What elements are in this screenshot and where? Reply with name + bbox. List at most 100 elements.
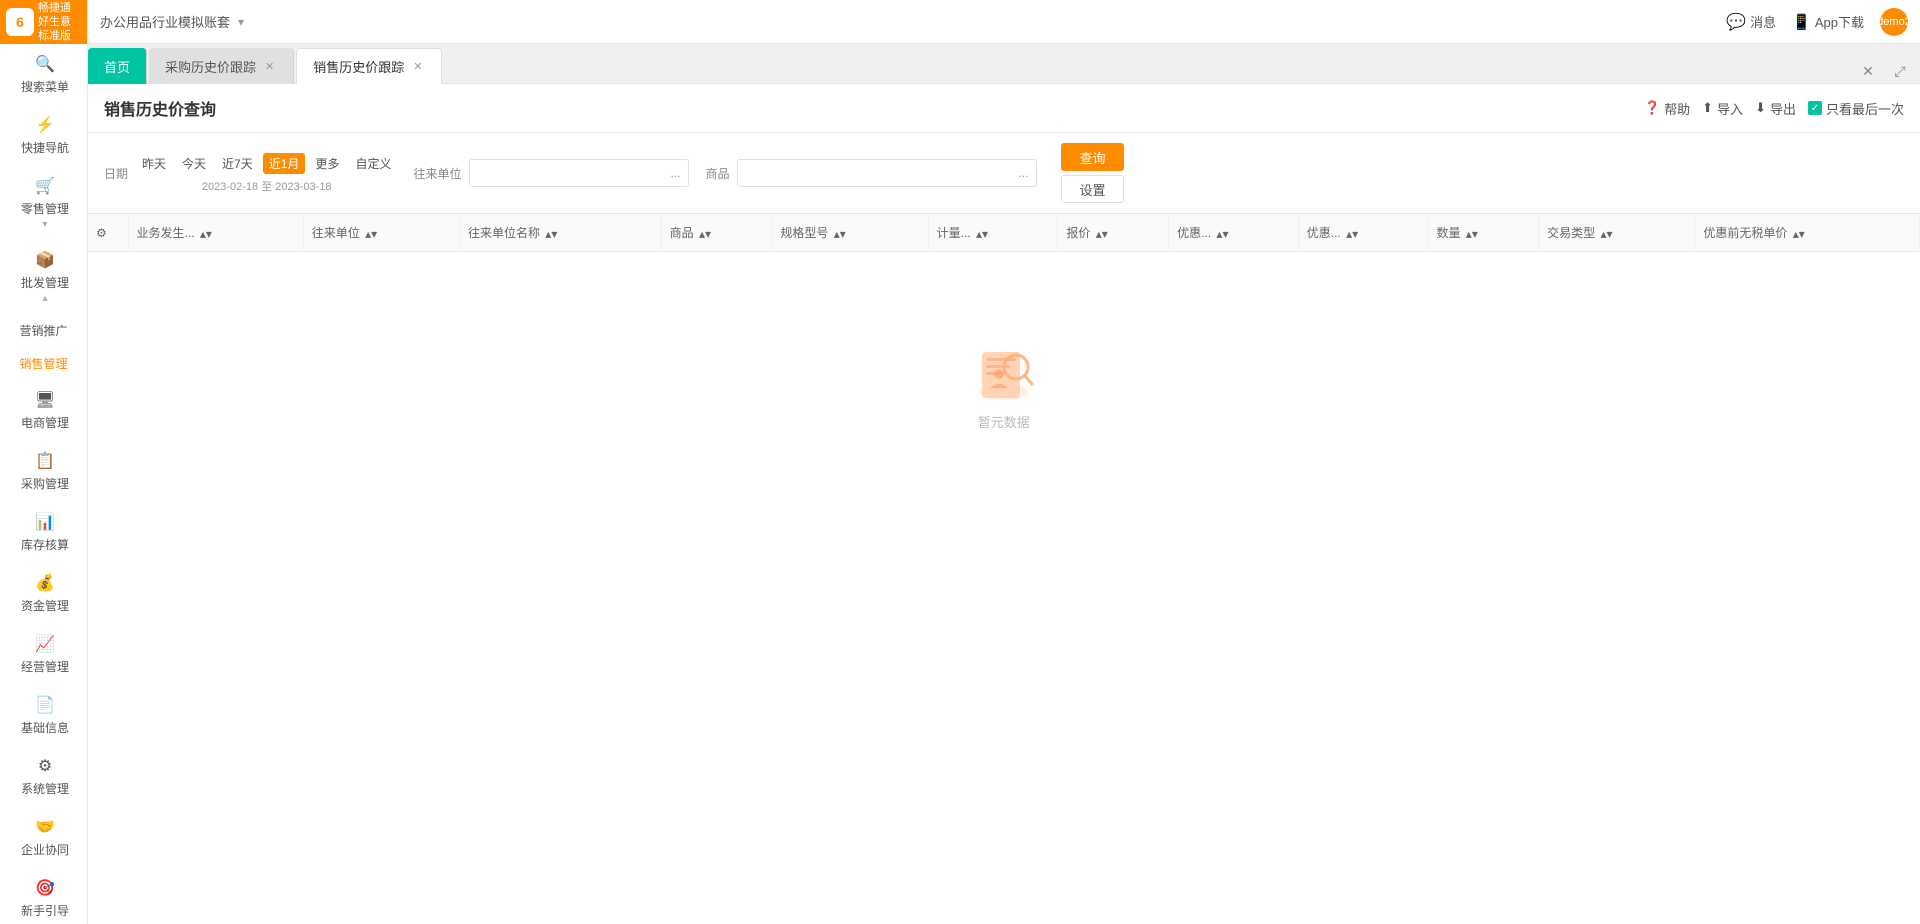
tab-expand-btn[interactable]: ⤢ xyxy=(1888,59,1912,83)
sort-product[interactable]: ▴▾ xyxy=(699,227,711,241)
th-discount1: 优惠... ▴▾ xyxy=(1169,214,1299,252)
date-row: 昨天 今天 近7天 近1月 更多 自定义 xyxy=(136,153,397,174)
logo-text: 畅捷通好生意 标准版 xyxy=(38,1,81,44)
top-title: 办公用品行业模拟账套 xyxy=(100,12,230,31)
sidebar-item-quick-nav[interactable]: ⚡ 快捷导航 xyxy=(0,105,87,166)
only-last-checkbox[interactable]: ✓ xyxy=(1808,101,1822,115)
content-area: 销售历史价查询 ❓ 帮助 ⬆ 导入 ⬇ 导出 ✓ 只看最后一次 xyxy=(88,84,1920,924)
empty-illustration xyxy=(964,332,1044,412)
sidebar: 6 畅捷通好生意 标准版 🔍 搜索菜单 ⚡ 快捷导航 🛒 零售管理 ▾ 📦 批发… xyxy=(0,0,88,924)
sort-unit[interactable]: ▴▾ xyxy=(976,227,988,241)
help-icon: ❓ xyxy=(1644,100,1660,116)
wholesale-submenu: 营销推广 销售管理 xyxy=(0,314,87,380)
sidebar-item-purchase[interactable]: 📋 采购管理 xyxy=(0,441,87,502)
system-icon: ⚙ xyxy=(38,756,52,776)
sidebar-item-enterprise[interactable]: 🤝 企业协同 xyxy=(0,807,87,868)
export-btn[interactable]: ⬇ 导出 xyxy=(1755,99,1796,118)
date-btn-custom[interactable]: 自定义 xyxy=(349,153,397,174)
sidebar-item-operations[interactable]: 📈 经营管理 xyxy=(0,624,87,685)
filter-bar: 日期 昨天 今天 近7天 近1月 更多 自定义 2023-02-18 至 202… xyxy=(88,133,1920,214)
sort-quantity[interactable]: ▴▾ xyxy=(1466,227,1478,241)
quick-nav-icon: ⚡ xyxy=(35,115,55,135)
page-header: 销售历史价查询 ❓ 帮助 ⬆ 导入 ⬇ 导出 ✓ 只看最后一次 xyxy=(88,84,1920,133)
enterprise-icon: 🤝 xyxy=(35,817,55,837)
sort-spec[interactable]: ▴▾ xyxy=(834,227,846,241)
user-avatar[interactable]: demo2 xyxy=(1880,8,1908,36)
sidebar-item-inventory[interactable]: 📊 库存核算 xyxy=(0,502,87,563)
only-last-checkbox-label[interactable]: ✓ 只看最后一次 xyxy=(1808,99,1904,118)
main-area: 办公用品行业模拟账套 ▾ 💬 消息 📱 App下载 demo2 首页 采购历史价… xyxy=(88,0,1920,924)
date-btn-1month[interactable]: 近1月 xyxy=(263,153,306,174)
filter-action-group: 查询 设置 xyxy=(1061,143,1123,203)
sort-quote[interactable]: ▴▾ xyxy=(1096,227,1108,241)
page-header-actions: ❓ 帮助 ⬆ 导入 ⬇ 导出 ✓ 只看最后一次 xyxy=(1644,99,1904,130)
partner-input[interactable]: ... xyxy=(469,159,689,187)
sort-partner-name[interactable]: ▴▾ xyxy=(545,227,557,241)
gear-icon[interactable]: ⚙ xyxy=(96,226,107,240)
th-discount2: 优惠... ▴▾ xyxy=(1298,214,1428,252)
tab-sales-history[interactable]: 销售历史价跟踪 ✕ xyxy=(296,48,442,84)
sort-discount2[interactable]: ▴▾ xyxy=(1346,227,1358,241)
partner-label: 往来单位 xyxy=(413,165,461,182)
date-btn-7days[interactable]: 近7天 xyxy=(216,153,259,174)
sort-biz-date[interactable]: ▴▾ xyxy=(200,227,212,241)
th-biz-date: 业务发生... ▴▾ xyxy=(128,214,303,252)
sidebar-item-guide[interactable]: 🎯 新手引导 xyxy=(0,868,87,924)
tab-purchase-history[interactable]: 采购历史价跟踪 ✕ xyxy=(149,48,294,84)
table-container: ⚙ 业务发生... ▴▾ 往来单位 ▴▾ 往来单位名称 ▴▾ xyxy=(88,214,1920,924)
tabs-right-controls: ✕ ⤢ xyxy=(1856,59,1920,83)
th-unit: 计量... ▴▾ xyxy=(928,214,1058,252)
import-btn[interactable]: ⬆ 导入 xyxy=(1702,99,1743,118)
product-filter-group: 商品 ... xyxy=(705,159,1037,187)
sidebar-item-retail[interactable]: 🛒 零售管理 ▾ xyxy=(0,166,87,240)
date-label: 日期 xyxy=(104,165,128,182)
th-quote: 报价 ▴▾ xyxy=(1058,214,1169,252)
message-icon: 💬 xyxy=(1726,12,1746,32)
tab-purchase-close[interactable]: ✕ xyxy=(262,59,277,74)
sidebar-item-wholesale[interactable]: 📦 批发管理 ▴ xyxy=(0,240,87,314)
finance-icon: 💰 xyxy=(35,573,55,593)
sort-pre-tax[interactable]: ▴▾ xyxy=(1793,227,1805,241)
guide-icon: 🎯 xyxy=(35,878,55,898)
message-btn[interactable]: 💬 消息 xyxy=(1726,12,1776,32)
date-btn-today[interactable]: 今天 xyxy=(176,153,212,174)
logo-icon: 6 xyxy=(6,8,34,36)
sidebar-sub-marketing[interactable]: 营销推广 xyxy=(0,314,87,347)
app-logo[interactable]: 6 畅捷通好生意 标准版 xyxy=(0,0,87,44)
table-header: ⚙ 业务发生... ▴▾ 往来单位 ▴▾ 往来单位名称 ▴▾ xyxy=(88,214,1920,252)
tab-sales-close[interactable]: ✕ xyxy=(410,59,425,74)
date-btn-more[interactable]: 更多 xyxy=(309,153,345,174)
product-label: 商品 xyxy=(705,165,729,182)
sort-discount1[interactable]: ▴▾ xyxy=(1216,227,1228,241)
basic-info-icon: 📄 xyxy=(35,695,55,715)
sidebar-item-ecommerce[interactable]: 🖥 电商管理 xyxy=(0,380,87,441)
date-buttons: 昨天 今天 近7天 近1月 更多 自定义 2023-02-18 至 2023-0… xyxy=(136,153,397,194)
tab-home[interactable]: 首页 xyxy=(88,48,147,84)
inventory-icon: 📊 xyxy=(35,512,55,532)
product-input-dots[interactable]: ... xyxy=(1018,166,1028,180)
product-input[interactable]: ... xyxy=(737,159,1037,187)
empty-state: 暂元数据 xyxy=(88,252,1920,511)
th-partner-id: 往来单位 ▴▾ xyxy=(303,214,459,252)
top-dropdown[interactable]: ▾ xyxy=(238,15,244,29)
date-btn-yesterday[interactable]: 昨天 xyxy=(136,153,172,174)
sidebar-item-basic-info[interactable]: 📄 基础信息 xyxy=(0,685,87,746)
help-btn[interactable]: ❓ 帮助 xyxy=(1644,99,1690,118)
tab-close-all-btn[interactable]: ✕ xyxy=(1856,59,1880,83)
sidebar-item-system[interactable]: ⚙ 系统管理 xyxy=(0,746,87,807)
partner-input-dots[interactable]: ... xyxy=(670,166,680,180)
sort-partner-id[interactable]: ▴▾ xyxy=(365,227,377,241)
app-download-btn[interactable]: 📱 App下载 xyxy=(1792,12,1864,31)
sidebar-item-search[interactable]: 🔍 搜索菜单 xyxy=(0,44,87,105)
export-icon: ⬇ xyxy=(1755,100,1766,116)
sort-trade-type[interactable]: ▴▾ xyxy=(1601,227,1613,241)
sidebar-item-finance[interactable]: 💰 资金管理 xyxy=(0,563,87,624)
search-icon: 🔍 xyxy=(35,54,55,74)
query-button[interactable]: 查询 xyxy=(1061,143,1123,171)
tab-bar: 首页 采购历史价跟踪 ✕ 销售历史价跟踪 ✕ ✕ ⤢ xyxy=(88,44,1920,84)
sidebar-sub-sales[interactable]: 销售管理 xyxy=(0,347,87,380)
settings-button[interactable]: 设置 xyxy=(1061,175,1123,203)
operations-icon: 📈 xyxy=(35,634,55,654)
th-quantity: 数量 ▴▾ xyxy=(1428,214,1539,252)
th-pre-tax: 优惠前无税单价 ▴▾ xyxy=(1695,214,1920,252)
